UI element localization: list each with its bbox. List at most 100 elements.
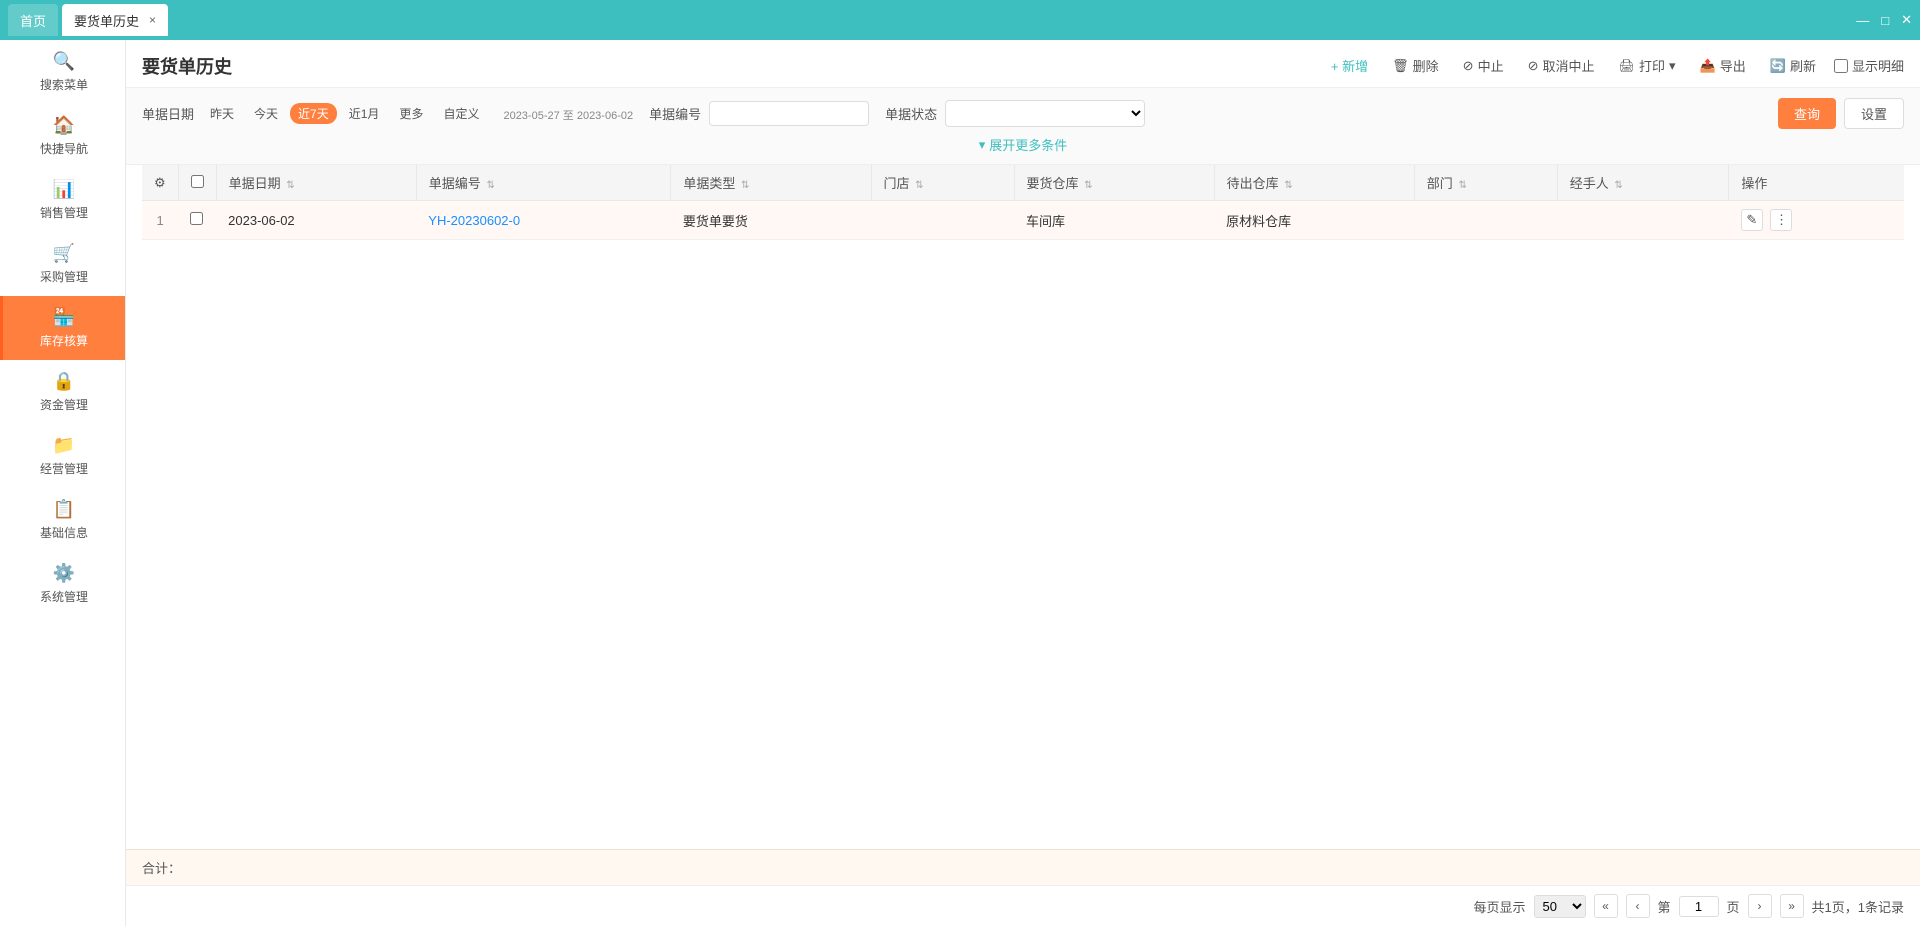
sort-req-icon: ⇅ <box>1084 180 1092 191</box>
row-checkbox[interactable] <box>190 212 203 225</box>
display-detail-label: 显示明细 <box>1852 56 1904 75</box>
th-settings[interactable]: ⚙ <box>142 165 178 201</box>
expand-more-btn[interactable]: ▾ 展开更多条件 <box>142 135 1904 154</box>
new-button[interactable]: + 新增 <box>1325 52 1374 79</box>
row-num: 1 <box>142 201 178 240</box>
sidebar-search-label: 搜索菜单 <box>40 76 88 93</box>
sidebar-item-purchase[interactable]: 🛒 采购管理 <box>0 232 125 296</box>
order-no-input[interactable] <box>709 101 869 126</box>
table-header-row: ⚙ 单据日期 ⇅ 单据编号 ⇅ 单据类型 <box>142 165 1904 201</box>
th-store[interactable]: 门店 ⇅ <box>871 165 1014 201</box>
select-all-checkbox[interactable] <box>191 175 204 188</box>
sidebar-item-finance[interactable]: 🔒 资金管理 <box>0 360 125 424</box>
delete-label: 删除 <box>1413 56 1439 75</box>
expand-icon: ▾ <box>979 137 986 153</box>
chip-1month[interactable]: 近1月 <box>341 103 388 124</box>
prev-page-btn[interactable]: ‹ <box>1626 894 1650 918</box>
date-chips: 昨天 今天 近7天 近1月 更多 自定义 <box>202 103 487 124</box>
cancel-stop-label: 取消中止 <box>1543 56 1595 75</box>
sort-dept-icon: ⇅ <box>1458 180 1466 191</box>
delete-button[interactable]: 🗑 删除 <box>1386 52 1445 79</box>
minimize-btn[interactable]: — <box>1856 13 1869 28</box>
display-detail-button[interactable]: 显示明细 <box>1834 56 1904 75</box>
purchase-icon: 🛒 <box>53 243 75 264</box>
chip-today[interactable]: 今天 <box>246 103 286 124</box>
sidebar-item-basic-info[interactable]: 📋 基础信息 <box>0 488 125 552</box>
last-page-btn[interactable]: » <box>1780 894 1804 918</box>
sidebar-finance-label: 资金管理 <box>40 396 88 413</box>
maximize-btn[interactable]: □ <box>1881 13 1889 28</box>
page-label-before: 第 <box>1658 897 1671 916</box>
status-filter-group: 单据状态 <box>885 100 1145 127</box>
finance-icon: 🔒 <box>53 371 75 392</box>
data-table: ⚙ 单据日期 ⇅ 单据编号 ⇅ 单据类型 <box>142 165 1904 240</box>
row-store <box>871 201 1014 240</box>
status-select[interactable] <box>945 100 1145 127</box>
sidebar-purchase-label: 采购管理 <box>40 268 88 285</box>
row-edit-btn[interactable]: ✎ <box>1741 209 1763 231</box>
th-req-warehouse[interactable]: 要货仓库 ⇅ <box>1014 165 1214 201</box>
header-actions: + 新增 🗑 删除 ⊘ 中止 ⊘ 取消中止 🖨 打印 ▾ <box>1325 52 1904 79</box>
refresh-button[interactable]: 🔄 刷新 <box>1764 52 1822 79</box>
page-input[interactable] <box>1679 896 1719 917</box>
tab-home[interactable]: 首页 <box>8 4 58 36</box>
summary-label: 合计： <box>142 861 181 876</box>
search-menu-icon: 🔍 <box>53 51 75 72</box>
chip-custom[interactable]: 自定义 <box>435 103 487 124</box>
sidebar-basicinfo-label: 基础信息 <box>40 524 88 541</box>
row-more-btn[interactable]: ⋮ <box>1770 209 1792 231</box>
main-layout: 🔍 搜索菜单 🏠 快捷导航 📊 销售管理 🛒 采购管理 🏪 库存核算 🔒 资金管… <box>0 40 1920 926</box>
sidebar-item-inventory[interactable]: 🏪 库存核算 <box>0 296 125 360</box>
status-label: 单据状态 <box>885 104 937 123</box>
chip-yesterday[interactable]: 昨天 <box>202 103 242 124</box>
first-page-btn[interactable]: « <box>1594 894 1618 918</box>
query-button[interactable]: 查询 <box>1778 98 1836 129</box>
th-no[interactable]: 单据编号 ⇅ <box>416 165 671 201</box>
row-no-link[interactable]: YH-20230602-0 <box>428 213 520 228</box>
top-bar-right: — □ ✕ <box>1856 12 1912 28</box>
th-operation: 操作 <box>1729 165 1904 201</box>
order-no-label: 单据编号 <box>649 104 701 123</box>
filter-buttons: 查询 设置 <box>1778 98 1904 129</box>
row-ops: ✎ ⋮ <box>1729 201 1904 240</box>
sidebar-item-quick-nav[interactable]: 🏠 快捷导航 <box>0 104 125 168</box>
sidebar-item-operations[interactable]: 📁 经营管理 <box>0 424 125 488</box>
filter-bar: 单据日期 昨天 今天 近7天 近1月 更多 自定义 2023-05-27 至 2… <box>126 87 1920 165</box>
th-pending-warehouse[interactable]: 待出仓库 ⇅ <box>1214 165 1414 201</box>
inventory-icon: 🏪 <box>53 307 75 328</box>
delete-icon: 🗑 <box>1392 58 1409 74</box>
next-page-btn[interactable]: › <box>1748 894 1772 918</box>
row-check <box>178 201 216 240</box>
tab-requisition-history[interactable]: 要货单历史 × <box>62 4 168 36</box>
settings-button[interactable]: 设置 <box>1844 98 1904 129</box>
row-handler <box>1557 201 1729 240</box>
page-size-select[interactable]: 50 20 100 <box>1534 895 1586 918</box>
sidebar-item-search-menu[interactable]: 🔍 搜索菜单 <box>0 40 125 104</box>
display-detail-checkbox[interactable] <box>1834 59 1848 73</box>
export-button[interactable]: 📤 导出 <box>1694 52 1752 79</box>
page-title: 要货单历史 <box>142 53 232 79</box>
stop-button[interactable]: ⊘ 中止 <box>1457 52 1510 79</box>
th-date[interactable]: 单据日期 ⇅ <box>216 165 416 201</box>
sidebar-item-system[interactable]: ⚙️ 系统管理 <box>0 552 125 616</box>
filter-row-main: 单据日期 昨天 今天 近7天 近1月 更多 自定义 2023-05-27 至 2… <box>142 98 1904 129</box>
th-dept[interactable]: 部门 ⇅ <box>1414 165 1557 201</box>
tab-close-icon[interactable]: × <box>149 13 156 27</box>
system-icon: ⚙️ <box>53 563 75 584</box>
sidebar-quicknav-label: 快捷导航 <box>40 140 88 157</box>
chip-7days[interactable]: 近7天 <box>290 103 337 124</box>
basic-info-icon: 📋 <box>53 499 75 520</box>
cancel-stop-button[interactable]: ⊘ 取消中止 <box>1522 52 1601 79</box>
th-type[interactable]: 单据类型 ⇅ <box>671 165 871 201</box>
sort-handler-icon: ⇅ <box>1614 180 1622 191</box>
sidebar-item-sales[interactable]: 📊 销售管理 <box>0 168 125 232</box>
chip-more[interactable]: 更多 <box>391 103 431 124</box>
print-button[interactable]: 🖨 打印 ▾ <box>1613 52 1682 79</box>
sidebar: 🔍 搜索菜单 🏠 快捷导航 📊 销售管理 🛒 采购管理 🏪 库存核算 🔒 资金管… <box>0 40 126 926</box>
top-bar: 首页 要货单历史 × — □ ✕ <box>0 0 1920 40</box>
new-label: + 新增 <box>1331 56 1368 75</box>
th-handler[interactable]: 经手人 ⇅ <box>1557 165 1729 201</box>
close-btn[interactable]: ✕ <box>1901 12 1912 28</box>
cancel-stop-icon: ⊘ <box>1528 58 1539 74</box>
total-info: 共1页，1条记录 <box>1812 897 1904 916</box>
